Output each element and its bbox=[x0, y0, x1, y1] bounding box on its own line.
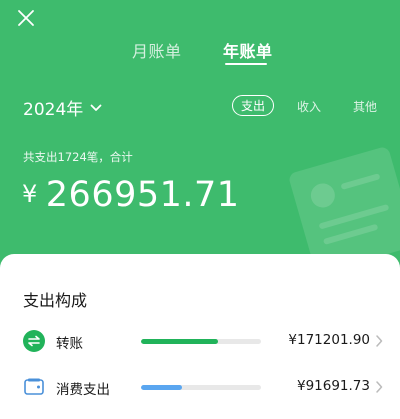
row-amount: ¥171201.90 bbox=[288, 332, 370, 348]
expense-breakdown-card: 支出构成 转账 ¥171201.90 消费支出 ¥91691.73 bbox=[0, 254, 400, 419]
bill-period-tabs: 月账单 年账单 bbox=[0, 38, 400, 68]
filter-income-button[interactable]: 收入 bbox=[297, 98, 321, 115]
total-amount-value: 266951.71 bbox=[45, 175, 240, 215]
wallet-icon bbox=[24, 378, 44, 395]
row-label: 转账 bbox=[56, 336, 83, 352]
year-selector[interactable]: 2024年 bbox=[23, 95, 103, 120]
filter-other-button[interactable]: 其他 bbox=[353, 98, 377, 115]
active-tab-indicator bbox=[225, 63, 267, 65]
bill-header: 月账单 年账单 2024年 支出 收入 其他 共支出1724笔，合计 ¥2669… bbox=[0, 0, 400, 255]
total-amount: ¥266951.71 bbox=[22, 175, 240, 215]
currency-symbol: ¥ bbox=[22, 180, 38, 208]
chevron-right-icon bbox=[376, 335, 383, 347]
share-bar-track bbox=[141, 339, 261, 344]
close-icon bbox=[18, 10, 34, 26]
share-bar-track bbox=[141, 385, 261, 390]
tab-monthly-bill[interactable]: 月账单 bbox=[132, 38, 182, 62]
year-label: 2024年 bbox=[23, 100, 84, 120]
tab-yearly-bill[interactable]: 年账单 bbox=[223, 38, 273, 62]
row-label: 消费支出 bbox=[56, 382, 110, 398]
chevron-down-icon bbox=[90, 104, 102, 111]
bill-illustration-icon bbox=[289, 147, 400, 255]
chevron-right-icon bbox=[376, 381, 383, 393]
breakdown-row-consumption[interactable]: 消费支出 ¥91691.73 bbox=[0, 376, 400, 406]
close-button[interactable] bbox=[14, 6, 38, 30]
expense-summary-text: 共支出1724笔，合计 bbox=[23, 150, 133, 164]
card-title: 支出构成 bbox=[23, 291, 88, 310]
breakdown-row-transfer[interactable]: 转账 ¥171201.90 bbox=[0, 330, 400, 360]
share-bar-fill bbox=[141, 385, 182, 390]
filter-expense-button[interactable]: 支出 bbox=[232, 95, 274, 116]
transfer-icon bbox=[23, 330, 45, 352]
share-bar-fill bbox=[141, 339, 218, 344]
row-amount: ¥91691.73 bbox=[296, 378, 370, 394]
